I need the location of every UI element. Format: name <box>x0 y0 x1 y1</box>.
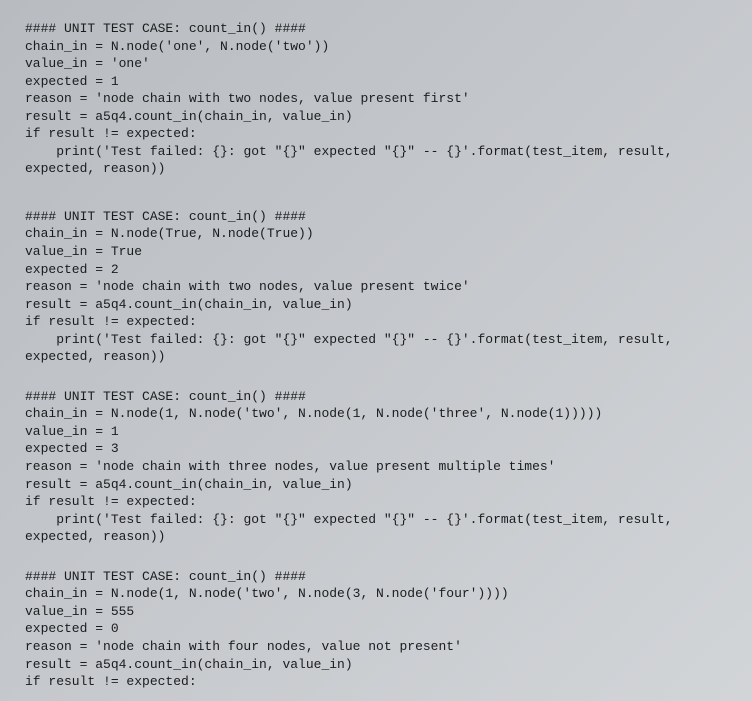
code-line: chain_in = N.node('one', N.node('two')) <box>25 38 727 56</box>
code-line: print('Test failed: {}: got "{}" expecte… <box>25 143 727 161</box>
code-line: expected, reason)) <box>25 160 727 178</box>
code-line: value_in = 'one' <box>25 55 727 73</box>
code-line: expected = 0 <box>25 620 727 638</box>
code-container: #### UNIT TEST CASE: count_in() #### cha… <box>25 20 727 691</box>
code-line: expected, reason)) <box>25 348 727 366</box>
code-line: chain_in = N.node(True, N.node(True)) <box>25 225 727 243</box>
test-case-block: #### UNIT TEST CASE: count_in() #### cha… <box>25 568 727 691</box>
code-line: reason = 'node chain with two nodes, val… <box>25 90 727 108</box>
code-line: result = a5q4.count_in(chain_in, value_i… <box>25 656 727 674</box>
test-case-block: #### UNIT TEST CASE: count_in() #### cha… <box>25 208 727 366</box>
code-line: result = a5q4.count_in(chain_in, value_i… <box>25 476 727 494</box>
code-line: #### UNIT TEST CASE: count_in() #### <box>25 388 727 406</box>
test-case-block: #### UNIT TEST CASE: count_in() #### cha… <box>25 20 727 178</box>
code-line: chain_in = N.node(1, N.node('two', N.nod… <box>25 585 727 603</box>
code-line: if result != expected: <box>25 313 727 331</box>
code-line: value_in = True <box>25 243 727 261</box>
code-line: reason = 'node chain with four nodes, va… <box>25 638 727 656</box>
code-line: value_in = 1 <box>25 423 727 441</box>
code-line: if result != expected: <box>25 125 727 143</box>
test-case-block: #### UNIT TEST CASE: count_in() #### cha… <box>25 388 727 546</box>
code-line: #### UNIT TEST CASE: count_in() #### <box>25 568 727 586</box>
code-line: result = a5q4.count_in(chain_in, value_i… <box>25 296 727 314</box>
code-line: value_in = 555 <box>25 603 727 621</box>
code-line: reason = 'node chain with three nodes, v… <box>25 458 727 476</box>
code-line: print('Test failed: {}: got "{}" expecte… <box>25 511 727 529</box>
code-line: result = a5q4.count_in(chain_in, value_i… <box>25 108 727 126</box>
code-line: print('Test failed: {}: got "{}" expecte… <box>25 331 727 349</box>
code-line: #### UNIT TEST CASE: count_in() #### <box>25 208 727 226</box>
code-line: expected = 3 <box>25 440 727 458</box>
code-line: chain_in = N.node(1, N.node('two', N.nod… <box>25 405 727 423</box>
code-line: expected = 2 <box>25 261 727 279</box>
code-line: #### UNIT TEST CASE: count_in() #### <box>25 20 727 38</box>
code-line: if result != expected: <box>25 673 727 691</box>
code-line: if result != expected: <box>25 493 727 511</box>
code-line: expected, reason)) <box>25 528 727 546</box>
code-line: expected = 1 <box>25 73 727 91</box>
code-line: reason = 'node chain with two nodes, val… <box>25 278 727 296</box>
